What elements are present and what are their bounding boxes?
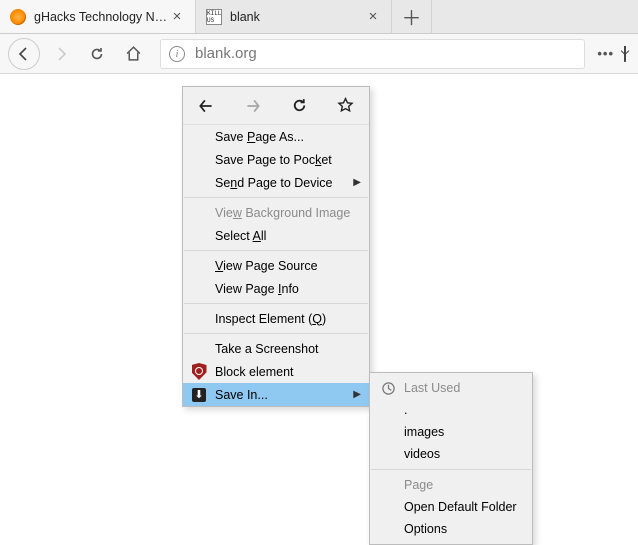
back-icon: [16, 46, 32, 62]
ctx-view-info[interactable]: View Page Info: [183, 277, 369, 300]
site-info-icon[interactable]: i: [169, 46, 185, 62]
ctx-label: View Page Info: [215, 282, 299, 296]
submenu-folder-item[interactable]: images: [370, 421, 532, 443]
submenu-separator: [371, 469, 531, 470]
ctx-separator: [184, 250, 368, 251]
ctx-save-in[interactable]: Save In... ▶: [183, 383, 369, 406]
url-bar[interactable]: i blank.org: [160, 39, 585, 69]
ctx-label: Select All: [215, 229, 266, 243]
reload-icon: [89, 46, 105, 62]
reload-button[interactable]: [82, 39, 112, 69]
tab-blank[interactable]: KILLUS :) blank ×: [196, 0, 392, 33]
ublock-icon: [191, 364, 207, 380]
favicon-blank: KILLUS :): [206, 9, 222, 25]
submenu-header-page: Page: [370, 474, 532, 496]
save-in-submenu: Last Used .imagesvideos Page Open Defaul…: [369, 372, 533, 545]
ctx-inspect[interactable]: Inspect Element (Q): [183, 307, 369, 330]
ctx-label: Save Page As...: [215, 130, 304, 144]
ctx-separator: [184, 303, 368, 304]
chevron-right-icon: ▶: [353, 177, 361, 188]
forward-icon: [53, 46, 69, 62]
forward-icon[interactable]: [242, 95, 264, 117]
submenu-header-last-used: Last Used: [370, 377, 532, 399]
ctx-send-to-device[interactable]: Send Page to Device ▶: [183, 171, 369, 194]
bookmark-star-icon[interactable]: [335, 95, 357, 117]
forward-button[interactable]: [46, 39, 76, 69]
home-button[interactable]: [118, 39, 148, 69]
submenu-action-item[interactable]: Open Default Folder: [370, 496, 532, 518]
ctx-save-to-pocket[interactable]: Save Page to Pocket: [183, 148, 369, 171]
page-actions-icon[interactable]: •••: [597, 46, 614, 61]
ctx-label: Inspect Element (Q): [215, 312, 326, 326]
url-text: blank.org: [195, 45, 576, 62]
recent-icon: [380, 380, 396, 396]
ctx-label: Block element: [215, 365, 294, 379]
ctx-view-bg-image: View Background Image: [183, 201, 369, 224]
chevron-right-icon: ▶: [353, 389, 361, 400]
context-menu: Save Page As... Save Page to Pocket Send P…: [182, 86, 370, 407]
tab-strip: gHacks Technology News × KILLUS :) blank…: [0, 0, 638, 34]
context-nav-row: [183, 87, 369, 125]
favicon-ghacks: [10, 9, 26, 25]
submenu-folder-item[interactable]: videos: [370, 443, 532, 465]
home-icon: [125, 45, 142, 62]
ctx-separator: [184, 333, 368, 334]
ctx-label: Send Page to Device: [215, 176, 332, 190]
ctx-separator: [184, 197, 368, 198]
ctx-view-source[interactable]: View Page Source: [183, 254, 369, 277]
back-icon[interactable]: [195, 95, 217, 117]
savein-icon: [191, 387, 207, 403]
ctx-label: Take a Screenshot: [215, 342, 319, 356]
ctx-save-page-as[interactable]: Save Page As...: [183, 125, 369, 148]
ctx-select-all[interactable]: Select All: [183, 224, 369, 247]
tab-ghacks[interactable]: gHacks Technology News ×: [0, 0, 196, 33]
tab-title: gHacks Technology News: [34, 10, 169, 24]
reload-icon[interactable]: [288, 95, 310, 117]
ctx-screenshot[interactable]: Take a Screenshot: [183, 337, 369, 360]
close-icon[interactable]: ×: [169, 8, 185, 25]
ctx-label: Save In...: [215, 388, 268, 402]
submenu-folder-item[interactable]: .: [370, 399, 532, 421]
pocket-icon[interactable]: [624, 46, 626, 61]
back-button[interactable]: [8, 38, 40, 70]
ctx-label: View Background Image: [215, 206, 350, 220]
nav-toolbar: i blank.org •••: [0, 34, 638, 74]
ctx-label: View Page Source: [215, 259, 318, 273]
new-tab-button[interactable]: ＋: [392, 0, 432, 33]
tab-title: blank: [230, 10, 365, 24]
ctx-block-element[interactable]: Block element: [183, 360, 369, 383]
close-icon[interactable]: ×: [365, 8, 381, 25]
ctx-label: Save Page to Pocket: [215, 153, 332, 167]
